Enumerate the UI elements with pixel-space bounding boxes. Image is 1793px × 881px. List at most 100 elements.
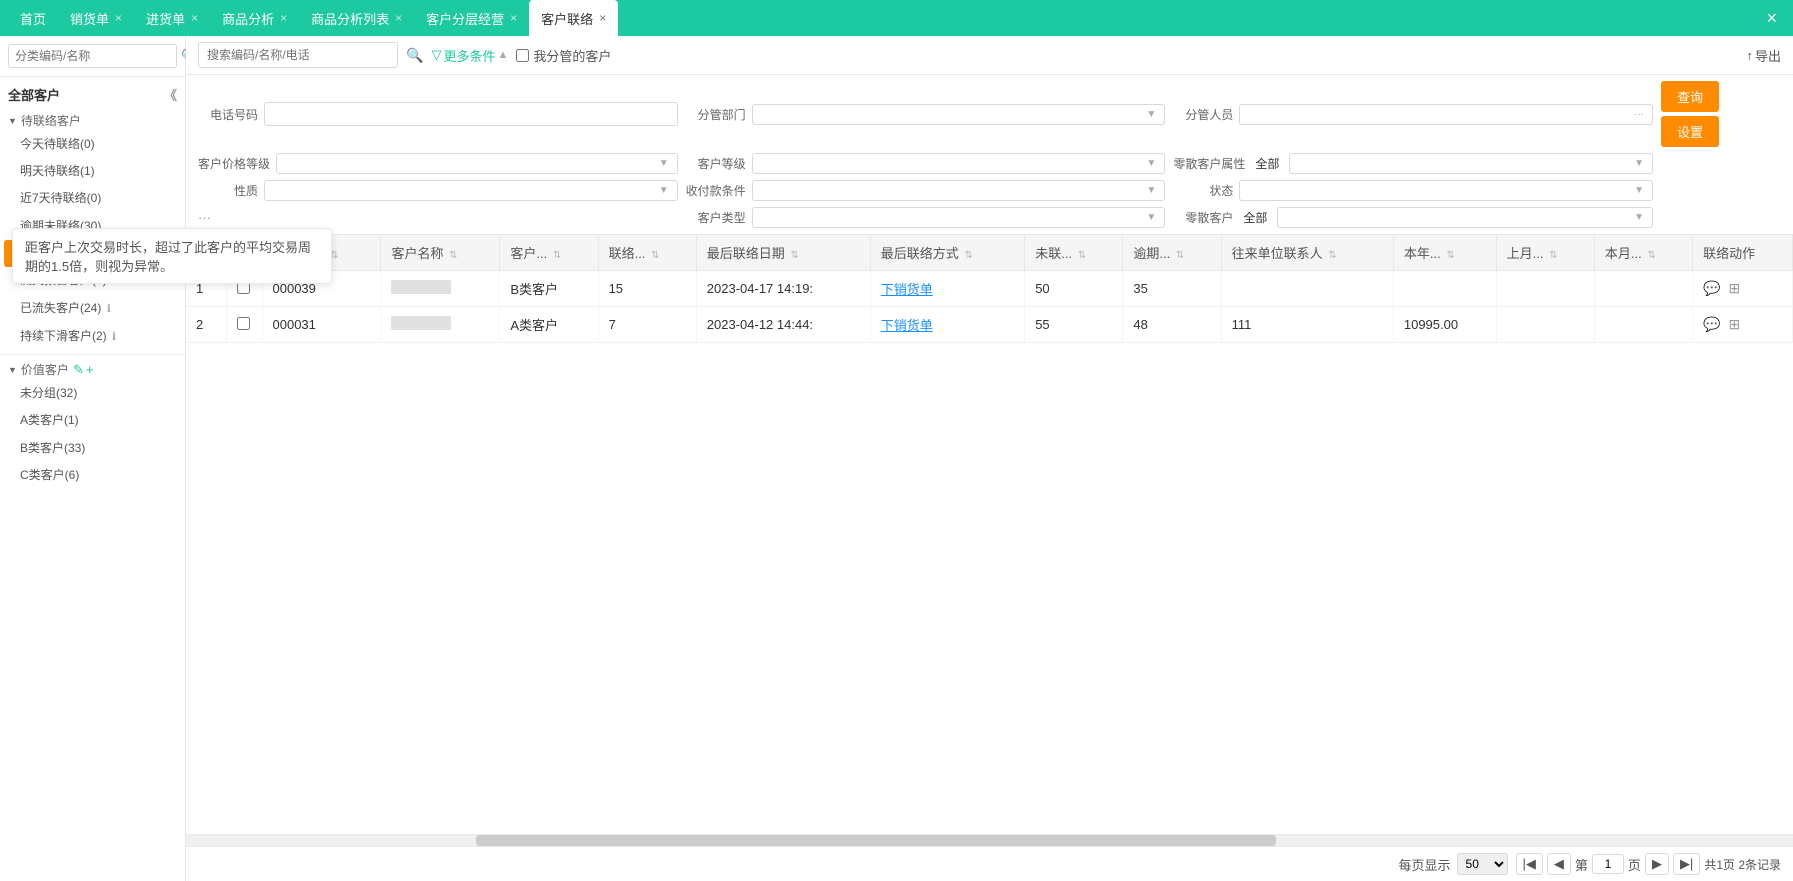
horizontal-scrollbar[interactable]: [186, 834, 1793, 846]
close-customer-tier-icon[interactable]: ×: [510, 11, 517, 25]
sidebar-item-tomorrow[interactable]: 明天待联络(1): [0, 158, 185, 185]
filter-search-input[interactable]: [198, 42, 398, 68]
sort-name-icon[interactable]: ⇅: [449, 250, 457, 261]
filter-extra: ···: [198, 210, 678, 225]
nav-item-customer-contact[interactable]: 客户联络 ×: [529, 0, 618, 36]
customer-grade-select[interactable]: ▼: [752, 153, 1166, 174]
retail-customer-value: 全部: [1243, 209, 1267, 226]
sort-overdue-icon[interactable]: ⇅: [1176, 250, 1184, 261]
nature-label: 性质: [198, 182, 258, 199]
filter-retail-customer: 零散客户 全部 ▼: [1173, 207, 1653, 228]
cell-this-year-2: 10995.00: [1393, 307, 1496, 343]
close-all-button[interactable]: ×: [1766, 8, 1785, 29]
value-customer-group: 价值客户 ✎ +: [0, 359, 185, 380]
col-contact-count: 联络... ⇅: [598, 235, 696, 271]
sort-last-month-icon[interactable]: ⇅: [1549, 250, 1557, 261]
prev-page-button[interactable]: ◀: [1547, 853, 1571, 875]
method-link-1[interactable]: 下销货单: [881, 282, 933, 297]
cell-uncontact-1: 50: [1025, 271, 1123, 307]
nav-item-customer-tier[interactable]: 客户分层经营 ×: [414, 0, 529, 36]
sort-last-method-icon[interactable]: ⇅: [964, 250, 972, 261]
page-input[interactable]: [1592, 854, 1624, 874]
filter-phone: 电话号码: [198, 102, 678, 126]
sort-type-icon[interactable]: ⇅: [553, 250, 561, 261]
col-type-label: 客户...: [510, 246, 547, 261]
close-purchase-icon[interactable]: ×: [191, 11, 198, 25]
col-overdue: 逾期... ⇅: [1123, 235, 1221, 271]
more-conditions-button[interactable]: ▽ 更多条件 ▲: [431, 46, 508, 65]
sort-contact-count-icon[interactable]: ⇅: [651, 250, 659, 261]
nav-item-sales[interactable]: 销货单 ×: [58, 0, 134, 36]
sidebar-item-today[interactable]: 今天待联络(0): [0, 131, 185, 158]
add-group-icon[interactable]: +: [86, 362, 94, 377]
export-button[interactable]: ↑ 导出: [1746, 46, 1781, 65]
phone-input[interactable]: [264, 102, 678, 126]
contact-icon-2[interactable]: 💬: [1703, 316, 1720, 333]
pagination: |◀ ◀ 第 页 ▶ ▶| 共1页 2条记录: [1516, 853, 1781, 875]
dept-select[interactable]: ▼: [752, 104, 1166, 125]
method-link-2[interactable]: 下销货单: [881, 318, 933, 333]
my-customers-check[interactable]: [516, 49, 529, 62]
sidebar-item-lost[interactable]: 已流失客户(24) ℹ: [0, 295, 185, 323]
col-this-month-label: 本月...: [1605, 246, 1642, 261]
cell-last-date-1: 2023-04-17 14:19:: [696, 271, 870, 307]
row2-checkbox[interactable]: [237, 317, 250, 330]
close-analysis-list-icon[interactable]: ×: [395, 11, 402, 25]
edit-group-icon[interactable]: ✎: [73, 362, 84, 378]
sidebar-item-class-a[interactable]: A类客户(1): [0, 407, 185, 434]
sidebar-item-class-b[interactable]: B类客户(33): [0, 435, 185, 462]
next-page-button[interactable]: ▶: [1645, 853, 1669, 875]
filter-search-icon[interactable]: 🔍: [406, 47, 423, 64]
col-this-month: 本月... ⇅: [1594, 235, 1692, 271]
sort-uncontact-icon[interactable]: ⇅: [1078, 250, 1086, 261]
contact-icon-1[interactable]: 💬: [1703, 280, 1720, 297]
sort-this-month-icon[interactable]: ⇅: [1647, 250, 1655, 261]
sidebar-item-class-c[interactable]: C类客户(6): [0, 462, 185, 489]
customer-type-label: 客户类型: [686, 209, 746, 226]
sidebar-search-input[interactable]: [8, 44, 177, 68]
phone-label: 电话号码: [198, 106, 258, 123]
nav-item-analysis-list[interactable]: 商品分析列表 ×: [299, 0, 414, 36]
per-page-select[interactable]: 50 100 200: [1457, 853, 1508, 875]
nav-item-analysis[interactable]: 商品分析 ×: [210, 0, 299, 36]
payment-label: 收付款条件: [686, 182, 746, 199]
collapse-icon[interactable]: 《: [164, 85, 177, 104]
sidebar-item-declining[interactable]: 持续下滑客户(2) ℹ: [0, 323, 185, 351]
customer-type-select[interactable]: ▼: [752, 207, 1166, 228]
cell-check-2: [226, 307, 262, 343]
cell-last-month-1: [1496, 271, 1594, 307]
first-page-button[interactable]: |◀: [1516, 853, 1543, 875]
col-actions-label: 联络动作: [1703, 246, 1755, 261]
status-select[interactable]: ▼: [1239, 180, 1653, 201]
cell-overdue-1: 35: [1123, 271, 1221, 307]
close-customer-contact-icon[interactable]: ×: [599, 11, 606, 25]
col-last-method-label: 最后联络方式: [881, 246, 959, 261]
col-last-date-label: 最后联络日期: [707, 246, 785, 261]
nav-item-purchase[interactable]: 进货单 ×: [134, 0, 210, 36]
col-last-date: 最后联络日期 ⇅: [696, 235, 870, 271]
last-page-button[interactable]: ▶|: [1673, 853, 1700, 875]
query-button[interactable]: 查询: [1661, 81, 1719, 112]
settings-button[interactable]: 设置: [1661, 116, 1719, 147]
scrollbar-thumb[interactable]: [476, 835, 1276, 846]
nature-select[interactable]: ▼: [264, 180, 678, 201]
manager-select[interactable]: ···: [1239, 104, 1653, 125]
nav-item-home[interactable]: 首页: [8, 0, 58, 36]
price-grade-select[interactable]: ▼: [276, 153, 678, 174]
retail-attr-select[interactable]: ▼: [1289, 153, 1653, 174]
cell-this-year-1: [1393, 271, 1496, 307]
more-icon-1[interactable]: ⊞: [1729, 280, 1741, 297]
sort-last-date-icon[interactable]: ⇅: [790, 250, 798, 261]
sidebar-item-ungroup[interactable]: 未分组(32): [0, 380, 185, 407]
sort-this-year-icon[interactable]: ⇅: [1446, 250, 1454, 261]
sidebar-item-7days[interactable]: 近7天待联络(0): [0, 185, 185, 212]
sort-contacts-icon[interactable]: ⇅: [1328, 250, 1336, 261]
cell-this-month-1: [1594, 271, 1692, 307]
close-analysis-icon[interactable]: ×: [280, 11, 287, 25]
col-type: 客户... ⇅: [500, 235, 598, 271]
more-icon-2[interactable]: ⊞: [1729, 316, 1741, 333]
col-uncontact: 未联... ⇅: [1025, 235, 1123, 271]
retail-customer-select[interactable]: ▼: [1277, 207, 1653, 228]
payment-select[interactable]: ▼: [752, 180, 1166, 201]
close-sales-icon[interactable]: ×: [115, 11, 122, 25]
